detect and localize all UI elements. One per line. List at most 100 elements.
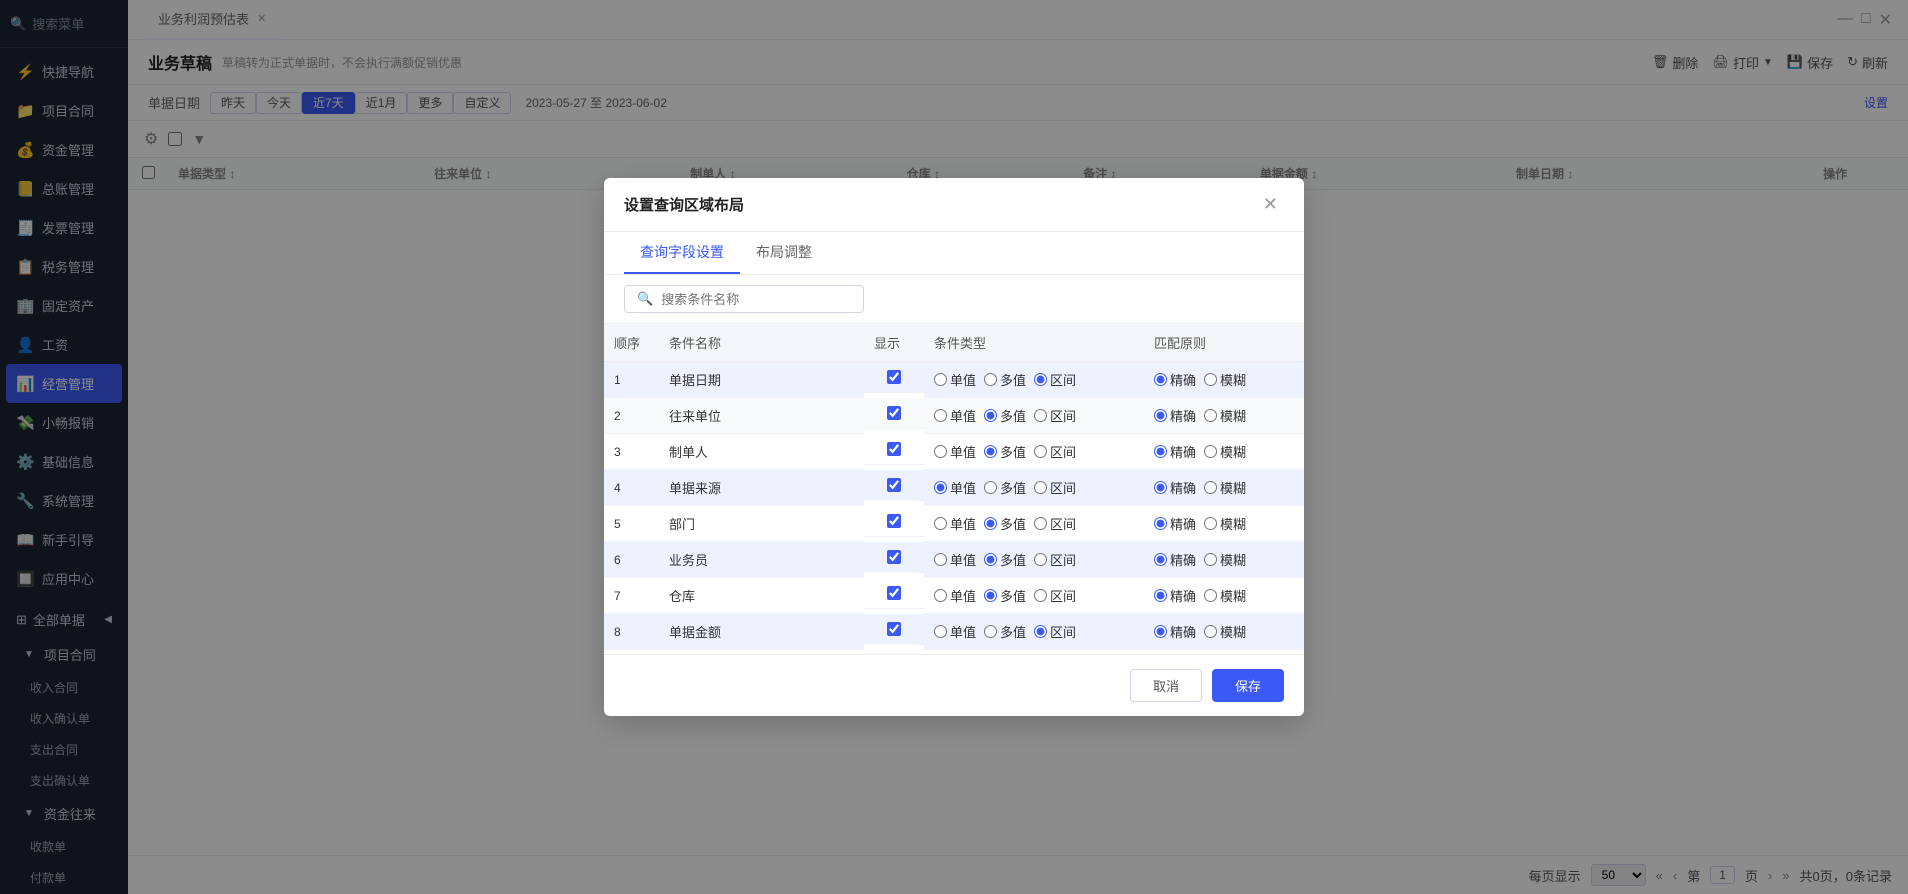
type-radio-group-4: 单值多值区间 <box>934 478 1134 497</box>
match-radio-group-6: 精确模糊 <box>1154 550 1294 569</box>
type-option-区间-2[interactable]: 区间 <box>1034 406 1076 425</box>
match-option-精确-3[interactable]: 精确 <box>1154 442 1196 461</box>
match-option-模糊-3[interactable]: 模糊 <box>1204 442 1246 461</box>
match-radio-group-3: 精确模糊 <box>1154 442 1294 461</box>
match-option-模糊-1[interactable]: 模糊 <box>1204 370 1246 389</box>
type-option-多值-1[interactable]: 多值 <box>984 370 1026 389</box>
match-option-精确-8[interactable]: 精确 <box>1154 622 1196 641</box>
match-radio-group-8: 精确模糊 <box>1154 622 1294 641</box>
type-option-区间-5[interactable]: 区间 <box>1034 514 1076 533</box>
match-radio-group-5: 精确模糊 <box>1154 514 1294 533</box>
display-checkbox-3[interactable] <box>887 442 901 456</box>
match-option-精确-6[interactable]: 精确 <box>1154 550 1196 569</box>
match-option-模糊-7[interactable]: 模糊 <box>1204 586 1246 605</box>
dialog-row-7: 7仓库单值多值区间精确模糊 <box>604 578 1304 614</box>
dialog-row-2: 2往来单位单值多值区间精确模糊 <box>604 398 1304 434</box>
type-option-区间-1[interactable]: 区间 <box>1034 370 1076 389</box>
row-display-7 <box>864 578 924 609</box>
row-type-5: 单值多值区间 <box>924 506 1144 542</box>
type-option-单值-6[interactable]: 单值 <box>934 550 976 569</box>
type-option-区间-3[interactable]: 区间 <box>1034 442 1076 461</box>
th-type: 条件类型 <box>924 324 1144 362</box>
layout-label: 布局调整 <box>756 244 812 260</box>
row-match-8: 精确模糊 <box>1144 614 1304 650</box>
match-option-精确-1[interactable]: 精确 <box>1154 370 1196 389</box>
display-checkbox-5[interactable] <box>887 514 901 528</box>
display-checkbox-7[interactable] <box>887 586 901 600</box>
match-option-精确-7[interactable]: 精确 <box>1154 586 1196 605</box>
type-option-多值-3[interactable]: 多值 <box>984 442 1026 461</box>
match-option-精确-5[interactable]: 精确 <box>1154 514 1196 533</box>
save-button[interactable]: 保存 <box>1212 669 1284 702</box>
row-display-8 <box>864 614 924 645</box>
th-match: 匹配原则 <box>1144 324 1304 362</box>
cancel-button[interactable]: 取消 <box>1130 669 1202 702</box>
row-match-7: 精确模糊 <box>1144 578 1304 614</box>
type-radio-group-1: 单值多值区间 <box>934 370 1134 389</box>
dialog-close-btn[interactable]: ✕ <box>1257 192 1284 217</box>
type-option-多值-8[interactable]: 多值 <box>984 622 1026 641</box>
match-radio-group-4: 精确模糊 <box>1154 478 1294 497</box>
dialog-table: 顺序 条件名称 显示 条件类型 匹配原则 1单据日期单值多值区间精确模糊2往来单… <box>604 324 1304 654</box>
match-radio-group-1: 精确模糊 <box>1154 370 1294 389</box>
row-type-6: 单值多值区间 <box>924 542 1144 578</box>
match-option-模糊-6[interactable]: 模糊 <box>1204 550 1246 569</box>
type-option-区间-4[interactable]: 区间 <box>1034 478 1076 497</box>
display-checkbox-4[interactable] <box>887 478 901 492</box>
row-seq-6: 6 <box>604 542 659 578</box>
field-settings-label: 查询字段设置 <box>640 244 724 260</box>
type-option-单值-2[interactable]: 单值 <box>934 406 976 425</box>
type-option-多值-4[interactable]: 多值 <box>984 478 1026 497</box>
type-option-单值-1[interactable]: 单值 <box>934 370 976 389</box>
condition-search-input[interactable] <box>661 292 851 307</box>
row-name-8: 单据金额 <box>659 614 864 650</box>
type-option-区间-7[interactable]: 区间 <box>1034 586 1076 605</box>
match-option-模糊-5[interactable]: 模糊 <box>1204 514 1246 533</box>
display-checkbox-6[interactable] <box>887 550 901 564</box>
display-checkbox-1[interactable] <box>887 370 901 384</box>
row-match-6: 精确模糊 <box>1144 542 1304 578</box>
row-seq-2: 2 <box>604 398 659 434</box>
row-name-4: 单据来源 <box>659 470 864 506</box>
row-seq-3: 3 <box>604 434 659 470</box>
type-option-区间-6[interactable]: 区间 <box>1034 550 1076 569</box>
dialog-table-header: 顺序 条件名称 显示 条件类型 匹配原则 <box>604 324 1304 362</box>
search-input-wrapper: 🔍 <box>624 285 864 313</box>
dialog-footer: 取消 保存 <box>604 654 1304 716</box>
type-option-多值-7[interactable]: 多值 <box>984 586 1026 605</box>
type-option-多值-5[interactable]: 多值 <box>984 514 1026 533</box>
row-display-2 <box>864 398 924 429</box>
dialog-row-3: 3制单人单值多值区间精确模糊 <box>604 434 1304 470</box>
row-match-3: 精确模糊 <box>1144 434 1304 470</box>
row-type-1: 单值多值区间 <box>924 362 1144 398</box>
th-name: 条件名称 <box>659 324 864 362</box>
dialog-row-4: 4单据来源单值多值区间精确模糊 <box>604 470 1304 506</box>
type-option-多值-6[interactable]: 多值 <box>984 550 1026 569</box>
type-radio-group-5: 单值多值区间 <box>934 514 1134 533</box>
th-order: 顺序 <box>604 324 659 362</box>
match-option-模糊-8[interactable]: 模糊 <box>1204 622 1246 641</box>
tab-field-settings[interactable]: 查询字段设置 <box>624 232 740 274</box>
dialog-header: 设置查询区域布局 ✕ <box>604 178 1304 232</box>
dialog-overlay[interactable]: 设置查询区域布局 ✕ 查询字段设置 布局调整 🔍 <box>0 0 1908 894</box>
match-option-精确-2[interactable]: 精确 <box>1154 406 1196 425</box>
type-option-单值-8[interactable]: 单值 <box>934 622 976 641</box>
type-option-多值-2[interactable]: 多值 <box>984 406 1026 425</box>
row-match-4: 精确模糊 <box>1144 470 1304 506</box>
row-seq-8: 8 <box>604 614 659 650</box>
type-option-单值-3[interactable]: 单值 <box>934 442 976 461</box>
match-option-精确-4[interactable]: 精确 <box>1154 478 1196 497</box>
row-type-2: 单值多值区间 <box>924 398 1144 434</box>
row-match-1: 精确模糊 <box>1144 362 1304 398</box>
display-checkbox-8[interactable] <box>887 622 901 636</box>
display-checkbox-2[interactable] <box>887 406 901 420</box>
tab-layout[interactable]: 布局调整 <box>740 232 828 274</box>
type-option-区间-8[interactable]: 区间 <box>1034 622 1076 641</box>
type-option-单值-4[interactable]: 单值 <box>934 478 976 497</box>
row-name-1: 单据日期 <box>659 362 864 398</box>
match-option-模糊-2[interactable]: 模糊 <box>1204 406 1246 425</box>
row-name-2: 往来单位 <box>659 398 864 434</box>
match-option-模糊-4[interactable]: 模糊 <box>1204 478 1246 497</box>
type-option-单值-7[interactable]: 单值 <box>934 586 976 605</box>
type-option-单值-5[interactable]: 单值 <box>934 514 976 533</box>
